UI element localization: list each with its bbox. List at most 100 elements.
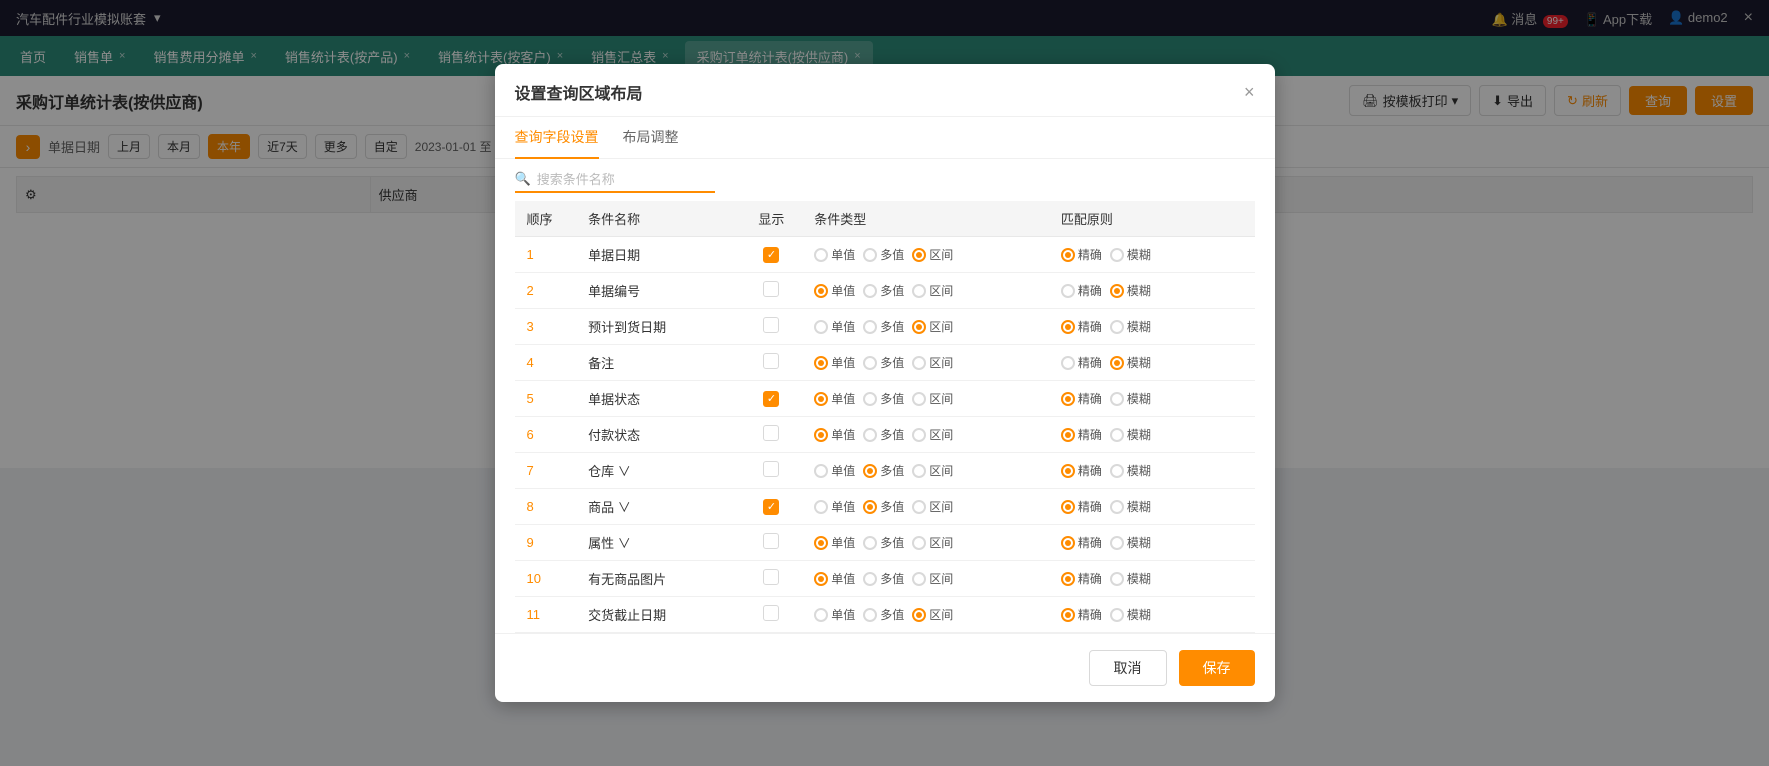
match-radio-item[interactable]: 模糊 (1110, 570, 1151, 587)
show-checkbox[interactable] (763, 353, 779, 369)
show-checkbox[interactable] (763, 499, 779, 515)
match-radio-item[interactable]: 模糊 (1110, 318, 1151, 335)
show-checkbox[interactable] (763, 247, 779, 263)
type-radio-item[interactable]: 多值 (863, 318, 904, 335)
match-radio-item[interactable]: 精确 (1061, 534, 1102, 551)
row-show[interactable] (741, 381, 803, 417)
match-radio-item[interactable]: 模糊 (1110, 534, 1151, 551)
radio-label: 精确 (1078, 606, 1102, 623)
row-show[interactable] (741, 417, 803, 453)
type-radio-item[interactable]: 多值 (863, 570, 904, 587)
radio-label: 精确 (1078, 318, 1102, 335)
row-show[interactable] (741, 309, 803, 345)
row-show[interactable] (741, 273, 803, 309)
radio-label: 区间 (929, 570, 953, 587)
match-radio-item[interactable]: 精确 (1061, 426, 1102, 443)
settings-dialog: 设置查询区域布局 × 查询字段设置 布局调整 🔍 顺序 条件名称 显示 (495, 64, 1275, 702)
search-input[interactable] (537, 172, 697, 187)
row-type: 单值 多值区间 (802, 273, 1049, 309)
radio-label: 多值 (880, 282, 904, 299)
type-radio-item[interactable]: 单值 (814, 390, 855, 407)
row-show[interactable] (741, 489, 803, 525)
show-checkbox[interactable] (763, 425, 779, 441)
row-name: 单据编号 (576, 273, 740, 309)
type-radio-item[interactable]: 区间 (912, 354, 953, 371)
match-radio-item[interactable]: 精确 (1061, 282, 1102, 299)
type-radio-item[interactable]: 多值 (863, 426, 904, 443)
cancel-button[interactable]: 取消 (1089, 650, 1167, 686)
match-radio-item[interactable]: 模糊 (1110, 498, 1151, 515)
radio-dot (1110, 428, 1124, 442)
match-radio-item[interactable]: 精确 (1061, 498, 1102, 515)
match-radio-item[interactable]: 精确 (1061, 390, 1102, 407)
match-radio-item[interactable]: 模糊 (1110, 426, 1151, 443)
match-radio-item[interactable]: 模糊 (1110, 462, 1151, 479)
row-show[interactable] (741, 453, 803, 489)
type-radio-item[interactable]: 单值 (814, 570, 855, 587)
type-radio-item[interactable]: 多值 (863, 462, 904, 479)
type-radio-item[interactable]: 区间 (912, 570, 953, 587)
type-radio-item[interactable]: 单值 (814, 426, 855, 443)
type-radio-item[interactable]: 单值 (814, 282, 855, 299)
show-checkbox[interactable] (763, 281, 779, 297)
show-checkbox[interactable] (763, 461, 779, 477)
row-type: 单值多值区间 (802, 417, 1049, 453)
match-radio-item[interactable]: 模糊 (1110, 246, 1151, 263)
row-show[interactable] (741, 237, 803, 273)
type-radio-item[interactable]: 单值 (814, 606, 855, 623)
type-radio-item[interactable]: 区间 (912, 606, 953, 623)
match-radio-item[interactable]: 模糊 (1110, 282, 1151, 299)
row-order: 9 (515, 525, 577, 561)
type-radio-item[interactable]: 区间 (912, 246, 953, 263)
type-radio-item[interactable]: 多值 (863, 282, 904, 299)
type-radio-item[interactable]: 单值 (814, 498, 855, 515)
save-button[interactable]: 保存 (1179, 650, 1255, 686)
type-radio-item[interactable]: 多值 (863, 390, 904, 407)
match-radio-item[interactable]: 精确 (1061, 318, 1102, 335)
type-radio-item[interactable]: 多值 (863, 534, 904, 551)
type-radio-item[interactable]: 区间 (912, 534, 953, 551)
row-show[interactable] (741, 345, 803, 381)
type-radio-item[interactable]: 区间 (912, 282, 953, 299)
type-radio-item[interactable]: 区间 (912, 426, 953, 443)
show-checkbox[interactable] (763, 317, 779, 333)
radio-label: 区间 (929, 390, 953, 407)
type-radio-item[interactable]: 区间 (912, 390, 953, 407)
match-radio-item[interactable]: 精确 (1061, 570, 1102, 587)
type-radio-item[interactable]: 区间 (912, 462, 953, 479)
match-radio-item[interactable]: 精确 (1061, 246, 1102, 263)
show-checkbox[interactable] (763, 391, 779, 407)
radio-label: 模糊 (1127, 606, 1151, 623)
radio-label: 多值 (880, 390, 904, 407)
match-radio-item[interactable]: 精确 (1061, 354, 1102, 371)
match-radio-item[interactable]: 精确 (1061, 462, 1102, 479)
row-show[interactable] (741, 597, 803, 633)
match-radio-item[interactable]: 模糊 (1110, 354, 1151, 371)
type-radio-item[interactable]: 单值 (814, 318, 855, 335)
show-checkbox[interactable] (763, 569, 779, 585)
match-radio-item[interactable]: 精确 (1061, 606, 1102, 623)
tab-layout-adjust[interactable]: 布局调整 (623, 117, 679, 159)
type-radio-item[interactable]: 单值 (814, 462, 855, 479)
type-radio-item[interactable]: 多值 (863, 354, 904, 371)
show-checkbox[interactable] (763, 533, 779, 549)
radio-label: 单值 (831, 318, 855, 335)
match-radio-item[interactable]: 模糊 (1110, 390, 1151, 407)
row-show[interactable] (741, 561, 803, 597)
type-radio-item[interactable]: 区间 (912, 318, 953, 335)
radio-dot (1061, 428, 1075, 442)
type-radio-item[interactable]: 多值 (863, 246, 904, 263)
type-radio-item[interactable]: 区间 (912, 498, 953, 515)
type-radio-item[interactable]: 单值 (814, 354, 855, 371)
dialog-close-btn[interactable]: × (1244, 83, 1255, 101)
type-radio-item[interactable]: 多值 (863, 498, 904, 515)
row-show[interactable] (741, 525, 803, 561)
show-checkbox[interactable] (763, 605, 779, 621)
type-radio-item[interactable]: 单值 (814, 246, 855, 263)
type-radio-item[interactable]: 单值 (814, 534, 855, 551)
radio-label: 多值 (880, 534, 904, 551)
radio-dot (863, 392, 877, 406)
type-radio-item[interactable]: 多值 (863, 606, 904, 623)
tab-query-fields[interactable]: 查询字段设置 (515, 117, 599, 159)
match-radio-item[interactable]: 模糊 (1110, 606, 1151, 623)
